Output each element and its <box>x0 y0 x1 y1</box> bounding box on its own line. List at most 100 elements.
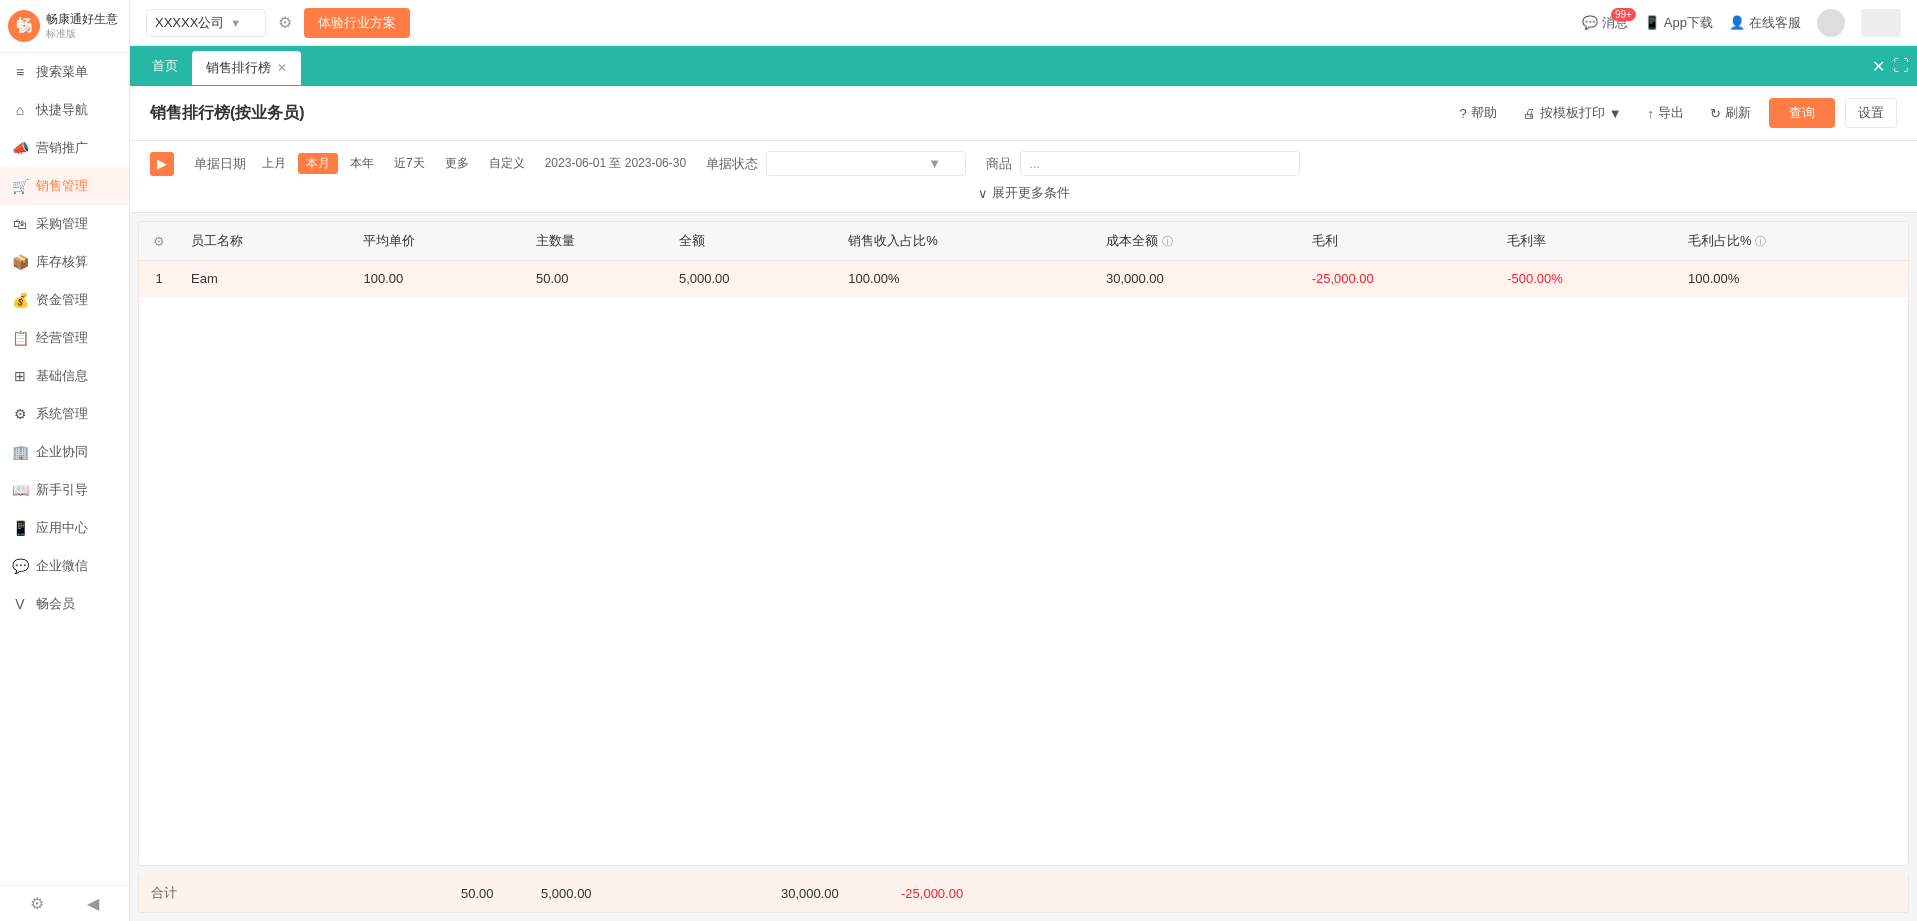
operations-icon: 📋 <box>12 330 28 346</box>
sidebar-item-inventory[interactable]: 📦 库存核算 <box>0 243 129 281</box>
company-selector[interactable]: XXXXX公司 ▼ <box>146 9 266 37</box>
collapse-icon[interactable]: ◀ <box>87 894 99 913</box>
app-label: App下载 <box>1664 14 1713 32</box>
company-name: XXXXX公司 <box>155 14 224 32</box>
date-tab-current-month[interactable]: 本月 <box>298 153 338 174</box>
date-tab-more[interactable]: 更多 <box>437 153 477 174</box>
tab-home[interactable]: 首页 <box>138 46 192 86</box>
sidebar-item-label: 资金管理 <box>36 291 88 309</box>
page-actions: ? 帮助 🖨 按模板打印 ▼ ↑ 导出 ↻ 刷新 查询 设置 <box>1451 98 1897 128</box>
sidebar-item-label: 新手引导 <box>36 481 88 499</box>
purchase-icon: 🛍 <box>12 216 28 232</box>
tab-label: 销售排行榜 <box>206 59 271 77</box>
sidebar-item-wechat[interactable]: 💬 企业微信 <box>0 547 129 585</box>
sidebar-item-label: 采购管理 <box>36 215 88 233</box>
date-tabs: 上月 本月 本年 近7天 更多 自定义 <box>254 153 533 174</box>
sidebar-item-marketing[interactable]: 📣 营销推广 <box>0 129 129 167</box>
sidebar-item-system[interactable]: ⚙ 系统管理 <box>0 395 129 433</box>
avatar[interactable] <box>1817 9 1845 37</box>
date-range-display: 2023-06-01 至 2023-06-30 <box>545 155 686 172</box>
sidebar-item-label: 库存核算 <box>36 253 88 271</box>
finance-icon: 💰 <box>12 292 28 308</box>
col-name-header: 员工名称 <box>179 222 351 261</box>
query-button[interactable]: 查询 <box>1769 98 1835 128</box>
sales-icon: 🛒 <box>12 178 28 194</box>
service-button[interactable]: 👤 在线客服 <box>1729 14 1801 32</box>
expand-down-icon: ∨ <box>978 186 988 201</box>
gross-pct-info-icon[interactable]: ⓘ <box>1755 235 1766 247</box>
sidebar-item-label: 系统管理 <box>36 405 88 423</box>
sidebar-item-sales[interactable]: 🛒 销售管理 <box>0 167 129 205</box>
date-tab-prev-month[interactable]: 上月 <box>254 153 294 174</box>
sidebar-item-label: 企业微信 <box>36 557 88 575</box>
sidebar-item-purchase[interactable]: 🛍 采购管理 <box>0 205 129 243</box>
sidebar-item-shortcut[interactable]: ⌂ 快捷导航 <box>0 91 129 129</box>
app-icon: 📱 <box>1644 15 1660 30</box>
col-avg-price-header: 平均单价 <box>351 222 523 261</box>
logo-text: 畅康通好生意 标准版 <box>46 11 118 42</box>
sidebar-item-member[interactable]: V 畅会员 <box>0 585 129 623</box>
refresh-button[interactable]: ↻ 刷新 <box>1702 100 1759 126</box>
filter-toggle-button[interactable]: ▶ <box>150 152 174 176</box>
sidebar-item-label: 企业协同 <box>36 443 88 461</box>
app-download-button[interactable]: 📱 App下载 <box>1644 14 1713 32</box>
settings-button[interactable]: 设置 <box>1845 98 1897 128</box>
sidebar-item-guide[interactable]: 📖 新手引导 <box>0 471 129 509</box>
col-settings: ⚙ <box>139 222 179 261</box>
date-tab-this-year[interactable]: 本年 <box>342 153 382 174</box>
cell-gross: -25,000.00 <box>1300 261 1496 297</box>
sidebar-item-apps[interactable]: 📱 应用中心 <box>0 509 129 547</box>
marketing-icon: 📣 <box>12 140 28 156</box>
sidebar-item-label: 营销推广 <box>36 139 88 157</box>
print-button[interactable]: 🖨 按模板打印 ▼ <box>1515 100 1630 126</box>
cell-sales-pct: 100.00% <box>836 261 1094 297</box>
settings-icon[interactable]: ⚙ <box>278 13 292 32</box>
trial-button[interactable]: 体验行业方案 <box>304 8 410 38</box>
tab-close-icon[interactable]: ✕ <box>277 61 287 75</box>
sidebar-item-label: 应用中心 <box>36 519 88 537</box>
tab-bar: 首页 销售排行榜 ✕ ✕ ⛶ <box>130 46 1917 86</box>
inventory-icon: 📦 <box>12 254 28 270</box>
expand-more-button[interactable]: ∨ 展开更多条件 <box>150 184 1897 202</box>
print-icon: 🖨 <box>1523 106 1536 121</box>
message-icon: 💬 <box>1582 15 1598 30</box>
sidebar-bottom: ⚙ ◀ <box>0 885 129 921</box>
cell-gross-pct: 100.00% <box>1676 261 1908 297</box>
sidebar-item-label: 快捷导航 <box>36 101 88 119</box>
tab-close-window-icon[interactable]: ✕ <box>1872 57 1885 76</box>
content: 销售排行榜(按业务员) ? 帮助 🖨 按模板打印 ▼ ↑ 导出 ↻ 刷新 <box>130 86 1917 921</box>
status-select[interactable]: ▼ <box>766 151 966 176</box>
footer-label: 合计 <box>151 884 201 902</box>
table-settings-icon[interactable]: ⚙ <box>153 234 165 249</box>
sidebar-item-operations[interactable]: 📋 经营管理 <box>0 319 129 357</box>
sidebar-item-basic[interactable]: ⊞ 基础信息 <box>0 357 129 395</box>
cost-info-icon[interactable]: ⓘ <box>1162 235 1173 247</box>
message-button[interactable]: 💬 消息 99+ <box>1582 14 1628 32</box>
export-button[interactable]: ↑ 导出 <box>1640 100 1693 126</box>
sidebar-item-finance[interactable]: 💰 资金管理 <box>0 281 129 319</box>
sidebar-item-label: 基础信息 <box>36 367 88 385</box>
tab-maximize-icon[interactable]: ⛶ <box>1893 57 1909 76</box>
table-header-row: ⚙ 员工名称 平均单价 主数量 全额 销售收入占比% 成本全额 ⓘ 毛利 毛利率 <box>139 222 1908 261</box>
sidebar-item-enterprise[interactable]: 🏢 企业协同 <box>0 433 129 471</box>
help-label: 帮助 <box>1471 104 1497 122</box>
table-container: ⚙ 员工名称 平均单价 主数量 全额 销售收入占比% 成本全额 ⓘ 毛利 毛利率 <box>138 221 1909 866</box>
col-sales-pct-header: 销售收入占比% <box>836 222 1094 261</box>
help-button[interactable]: ? 帮助 <box>1451 100 1504 126</box>
wechat-icon: 💬 <box>12 558 28 574</box>
refresh-label: 刷新 <box>1725 104 1751 122</box>
footer-qty: 50.00 <box>461 886 541 901</box>
goods-input[interactable]: ... <box>1020 151 1300 176</box>
search-menu-icon: ≡ <box>12 64 28 80</box>
tab-sales-ranking[interactable]: 销售排行榜 ✕ <box>192 51 301 85</box>
company-dropdown-arrow: ▼ <box>230 17 241 29</box>
page-header: 销售排行榜(按业务员) ? 帮助 🖨 按模板打印 ▼ ↑ 导出 ↻ 刷新 <box>130 86 1917 141</box>
goods-filter-label: 商品 <box>986 155 1012 173</box>
data-table: ⚙ 员工名称 平均单价 主数量 全额 销售收入占比% 成本全额 ⓘ 毛利 毛利率 <box>139 222 1908 297</box>
sidebar-item-search[interactable]: ≡ 搜索菜单 <box>0 53 129 91</box>
settings-bottom-icon[interactable]: ⚙ <box>30 894 44 913</box>
date-tab-custom[interactable]: 自定义 <box>481 153 533 174</box>
date-tab-7days[interactable]: 近7天 <box>386 153 433 174</box>
col-qty-header: 主数量 <box>524 222 667 261</box>
col-gross-rate-header: 毛利率 <box>1495 222 1676 261</box>
